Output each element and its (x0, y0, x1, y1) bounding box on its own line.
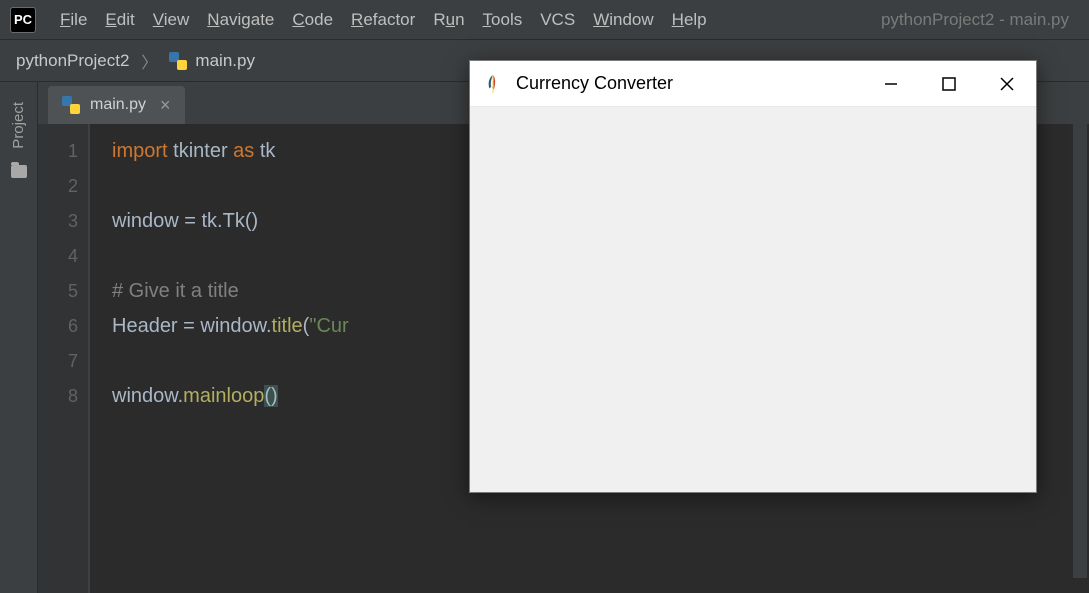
code-line[interactable]: import tkinter as tk (112, 134, 349, 169)
code-area[interactable]: import tkinter as tk window = tk.Tk() # … (90, 124, 349, 593)
ide-logo: PC (10, 7, 36, 33)
folder-icon[interactable] (11, 165, 27, 178)
line-number: 1 (38, 134, 78, 169)
tkinter-titlebar[interactable]: Currency Converter (470, 61, 1036, 107)
menu-file[interactable]: File (60, 10, 87, 30)
menu-vcs[interactable]: VCS (540, 10, 575, 30)
line-number: 2 (38, 169, 78, 204)
menu-edit[interactable]: Edit (105, 10, 134, 30)
line-number: 6 (38, 309, 78, 344)
editor-tab-main-py[interactable]: main.py × (48, 86, 185, 124)
line-number: 8 (38, 379, 78, 414)
tkinter-window-title: Currency Converter (516, 73, 673, 94)
breadcrumb-project[interactable]: pythonProject2 (16, 51, 129, 71)
code-line[interactable]: # Give it a title (112, 274, 349, 309)
menu-window[interactable]: Window (593, 10, 653, 30)
line-number: 5 (38, 274, 78, 309)
tkinter-window: Currency Converter (469, 60, 1037, 493)
tkinter-feather-icon (484, 74, 502, 94)
python-file-icon (62, 96, 80, 114)
menu-tools[interactable]: Tools (483, 10, 523, 30)
code-line[interactable]: window = tk.Tk() (112, 204, 349, 239)
menubar: PC File Edit View Navigate Code Refactor Run To… (0, 0, 1089, 40)
line-number: 4 (38, 239, 78, 274)
menu-navigate[interactable]: Navigate (207, 10, 274, 30)
project-tool-button[interactable]: Project (10, 102, 27, 149)
code-line[interactable] (112, 169, 349, 204)
window-title-suffix: pythonProject2 - main.py (881, 10, 1079, 30)
menu-code[interactable]: Code (292, 10, 333, 30)
code-line[interactable] (112, 239, 349, 274)
code-line[interactable]: Header = window.title("Cur (112, 309, 349, 344)
chevron-right-icon: 〉 (141, 49, 157, 73)
menu-view[interactable]: View (153, 10, 190, 30)
line-number: 3 (38, 204, 78, 239)
vertical-scrollbar[interactable] (1073, 88, 1087, 578)
tab-label: main.py (90, 96, 146, 114)
code-line[interactable]: window.mainloop() (112, 379, 349, 414)
tool-sidebar: Project (0, 82, 38, 593)
line-gutter: 12345678 (38, 124, 90, 593)
breadcrumb-file-label: main.py (195, 51, 255, 71)
code-line[interactable] (112, 344, 349, 379)
maximize-button[interactable] (920, 61, 978, 106)
breadcrumb-file[interactable]: main.py (169, 51, 255, 71)
close-tab-icon[interactable]: × (160, 95, 171, 116)
minimize-button[interactable] (862, 61, 920, 106)
close-button[interactable] (978, 61, 1036, 106)
menu-help[interactable]: Help (672, 10, 707, 30)
menu-run[interactable]: Run (433, 10, 464, 30)
menu-refactor[interactable]: Refactor (351, 10, 415, 30)
line-number: 7 (38, 344, 78, 379)
python-file-icon (169, 52, 187, 70)
